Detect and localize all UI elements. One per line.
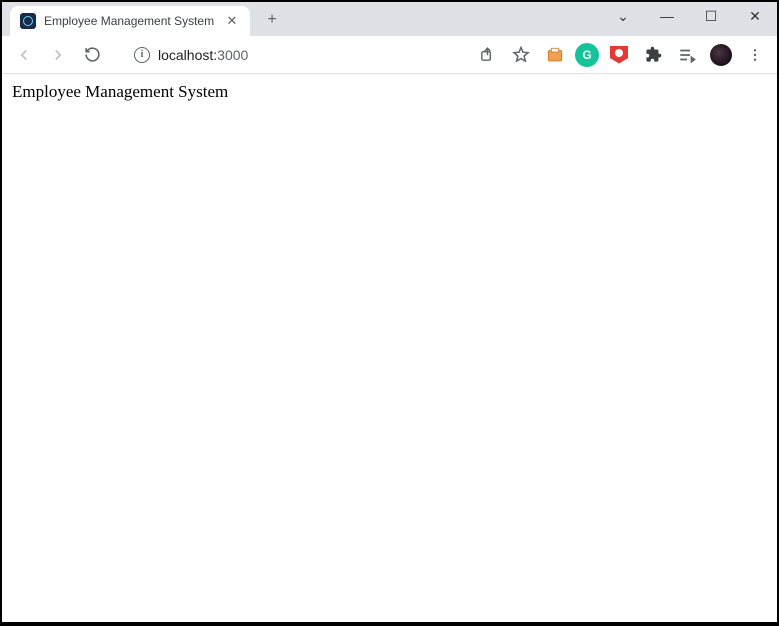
maximize-icon[interactable]: ☐ — [689, 2, 733, 30]
extensions-puzzle-icon[interactable] — [639, 41, 667, 69]
browser-window: Employee Management System ✕ + ⌄ — ☐ ✕ i… — [2, 2, 777, 622]
window-controls: ⌄ — ☐ ✕ — [601, 2, 777, 30]
back-button[interactable] — [10, 41, 38, 69]
window-dropdown-icon[interactable]: ⌄ — [601, 2, 645, 30]
profile-avatar[interactable] — [707, 41, 735, 69]
close-window-icon[interactable]: ✕ — [733, 2, 777, 30]
url-text: localhost:3000 — [158, 47, 290, 63]
extension-screenshot-icon[interactable] — [541, 41, 569, 69]
playlist-icon[interactable] — [673, 41, 701, 69]
browser-toolbar: i localhost:3000 G — [2, 36, 777, 74]
extension-grammarly-icon[interactable]: G — [575, 43, 599, 67]
bookmark-star-icon[interactable] — [507, 41, 535, 69]
site-info-icon[interactable]: i — [134, 47, 150, 63]
tab-strip: Employee Management System ✕ + ⌄ — ☐ ✕ — [2, 2, 777, 36]
browser-tab[interactable]: Employee Management System ✕ — [10, 6, 250, 36]
forward-button[interactable] — [44, 41, 72, 69]
minimize-icon[interactable]: — — [645, 2, 689, 30]
close-tab-icon[interactable]: ✕ — [224, 13, 240, 29]
share-icon[interactable] — [473, 41, 501, 69]
tab-title: Employee Management System — [44, 14, 216, 28]
address-bar[interactable]: i localhost:3000 — [122, 41, 302, 69]
extension-ublock-icon[interactable] — [605, 41, 633, 69]
menu-kebab-icon[interactable] — [741, 41, 769, 69]
page-heading: Employee Management System — [12, 82, 767, 102]
page-content: Employee Management System — [2, 74, 777, 622]
reload-button[interactable] — [78, 41, 106, 69]
new-tab-button[interactable]: + — [258, 6, 286, 34]
react-favicon — [20, 13, 36, 29]
